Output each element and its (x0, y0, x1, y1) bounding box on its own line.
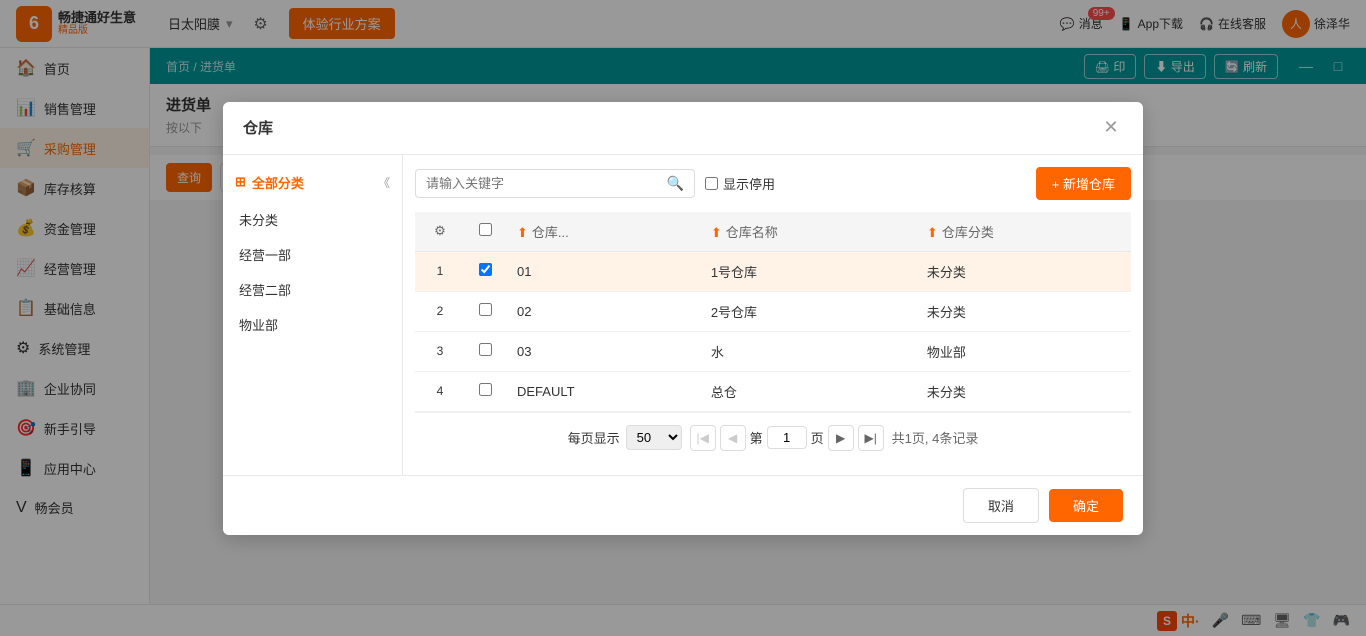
col-header-code[interactable]: ⬆仓库... (505, 212, 699, 252)
last-page-button[interactable]: ▶| (858, 425, 884, 451)
dialog-close-button[interactable]: ✕ (1099, 116, 1123, 140)
row-code: 01 (505, 251, 699, 291)
grid-icon: ⊞ (235, 174, 246, 190)
warehouse-table: ⚙ ⬆仓库... ⬆仓库名称 ⬆仓库分类 1 01 1号仓库 未分类 2 (415, 212, 1131, 412)
first-page-button[interactable]: |◀ (690, 425, 716, 451)
sort-icon: ⬆ (711, 225, 722, 240)
dialog-header: 仓库 ✕ (223, 102, 1143, 155)
select-all-checkbox[interactable] (479, 223, 492, 236)
page-info: 共1页, 4条记录 (892, 428, 979, 447)
row-code: 02 (505, 291, 699, 331)
page-size-select: 每页显示 50 20 100 (568, 425, 682, 450)
pagination: 每页显示 50 20 100 |◀ ◀ 第 页 ▶ (415, 412, 1131, 463)
row-category: 未分类 (915, 251, 1131, 291)
dialog-footer: 取消 确定 (223, 475, 1143, 535)
table-row[interactable]: 3 03 水 物业部 (415, 331, 1131, 371)
col-header-category[interactable]: ⬆仓库分类 (915, 212, 1131, 252)
page-input[interactable] (767, 426, 807, 449)
table-toolbar: 🔍 显示停用 + 新增仓库 (415, 167, 1131, 200)
page-label: 页 (811, 428, 824, 447)
row-code: 03 (505, 331, 699, 371)
category-item-ops1[interactable]: 经营一部 (223, 237, 402, 272)
row-num: 1 (415, 251, 465, 291)
row-num: 4 (415, 371, 465, 411)
table-row[interactable]: 4 DEFAULT 总仓 未分类 (415, 371, 1131, 411)
show-disabled-checkbox[interactable] (705, 177, 718, 190)
row-checkbox[interactable] (465, 291, 505, 331)
row-name: 1号仓库 (699, 251, 915, 291)
row-num: 3 (415, 331, 465, 371)
col-header-name[interactable]: ⬆仓库名称 (699, 212, 915, 252)
row-category: 未分类 (915, 371, 1131, 411)
col-header-checkbox (465, 212, 505, 252)
row-name: 水 (699, 331, 915, 371)
page-size-label: 每页显示 (568, 428, 620, 447)
category-all[interactable]: ⊞ 全部分类 (235, 173, 304, 192)
col-header-settings: ⚙ (415, 212, 465, 252)
confirm-button[interactable]: 确定 (1049, 489, 1123, 522)
page-label-pre: 第 (750, 428, 763, 447)
table-container: ⚙ ⬆仓库... ⬆仓库名称 ⬆仓库分类 1 01 1号仓库 未分类 2 (415, 212, 1131, 412)
category-item-ops2[interactable]: 经营二部 (223, 272, 402, 307)
page-size-dropdown[interactable]: 50 20 100 (626, 425, 682, 450)
category-panel: ⊞ 全部分类 《 未分类 经营一部 经营二部 物业部 (223, 155, 403, 475)
sort-icon: ⬆ (517, 225, 528, 240)
row-num: 2 (415, 291, 465, 331)
category-all-label: 全部分类 (252, 173, 304, 192)
table-row[interactable]: 2 02 2号仓库 未分类 (415, 291, 1131, 331)
search-input[interactable] (426, 176, 667, 191)
dialog-body: ⊞ 全部分类 《 未分类 经营一部 经营二部 物业部 (223, 155, 1143, 475)
row-code: DEFAULT (505, 371, 699, 411)
row-checkbox[interactable] (465, 251, 505, 291)
table-row[interactable]: 1 01 1号仓库 未分类 (415, 251, 1131, 291)
row-category: 物业部 (915, 331, 1131, 371)
dialog-title: 仓库 (243, 117, 273, 138)
page-nav: |◀ ◀ 第 页 ▶ ▶| (690, 425, 884, 451)
row-checkbox[interactable] (465, 371, 505, 411)
row-checkbox[interactable] (465, 331, 505, 371)
search-icon[interactable]: 🔍 (667, 175, 684, 192)
warehouse-dialog: 仓库 ✕ ⊞ 全部分类 《 未分类 经营一部 (223, 102, 1143, 535)
show-disabled-label: 显示停用 (723, 174, 775, 193)
category-header: ⊞ 全部分类 《 (223, 167, 402, 198)
prev-page-button[interactable]: ◀ (720, 425, 746, 451)
next-page-button[interactable]: ▶ (828, 425, 854, 451)
category-collapse-button[interactable]: 《 (378, 174, 390, 191)
sort-icon: ⬆ (927, 225, 938, 240)
row-name: 2号仓库 (699, 291, 915, 331)
category-item-unclassified[interactable]: 未分类 (223, 202, 402, 237)
search-box: 🔍 (415, 169, 695, 198)
row-category: 未分类 (915, 291, 1131, 331)
table-panel: 🔍 显示停用 + 新增仓库 ⚙ (403, 155, 1143, 475)
add-warehouse-button[interactable]: + 新增仓库 (1036, 167, 1131, 200)
dialog-overlay: 仓库 ✕ ⊞ 全部分类 《 未分类 经营一部 (0, 0, 1366, 636)
row-name: 总仓 (699, 371, 915, 411)
show-disabled: 显示停用 (705, 174, 775, 193)
category-item-property[interactable]: 物业部 (223, 307, 402, 342)
cancel-button[interactable]: 取消 (963, 488, 1039, 523)
